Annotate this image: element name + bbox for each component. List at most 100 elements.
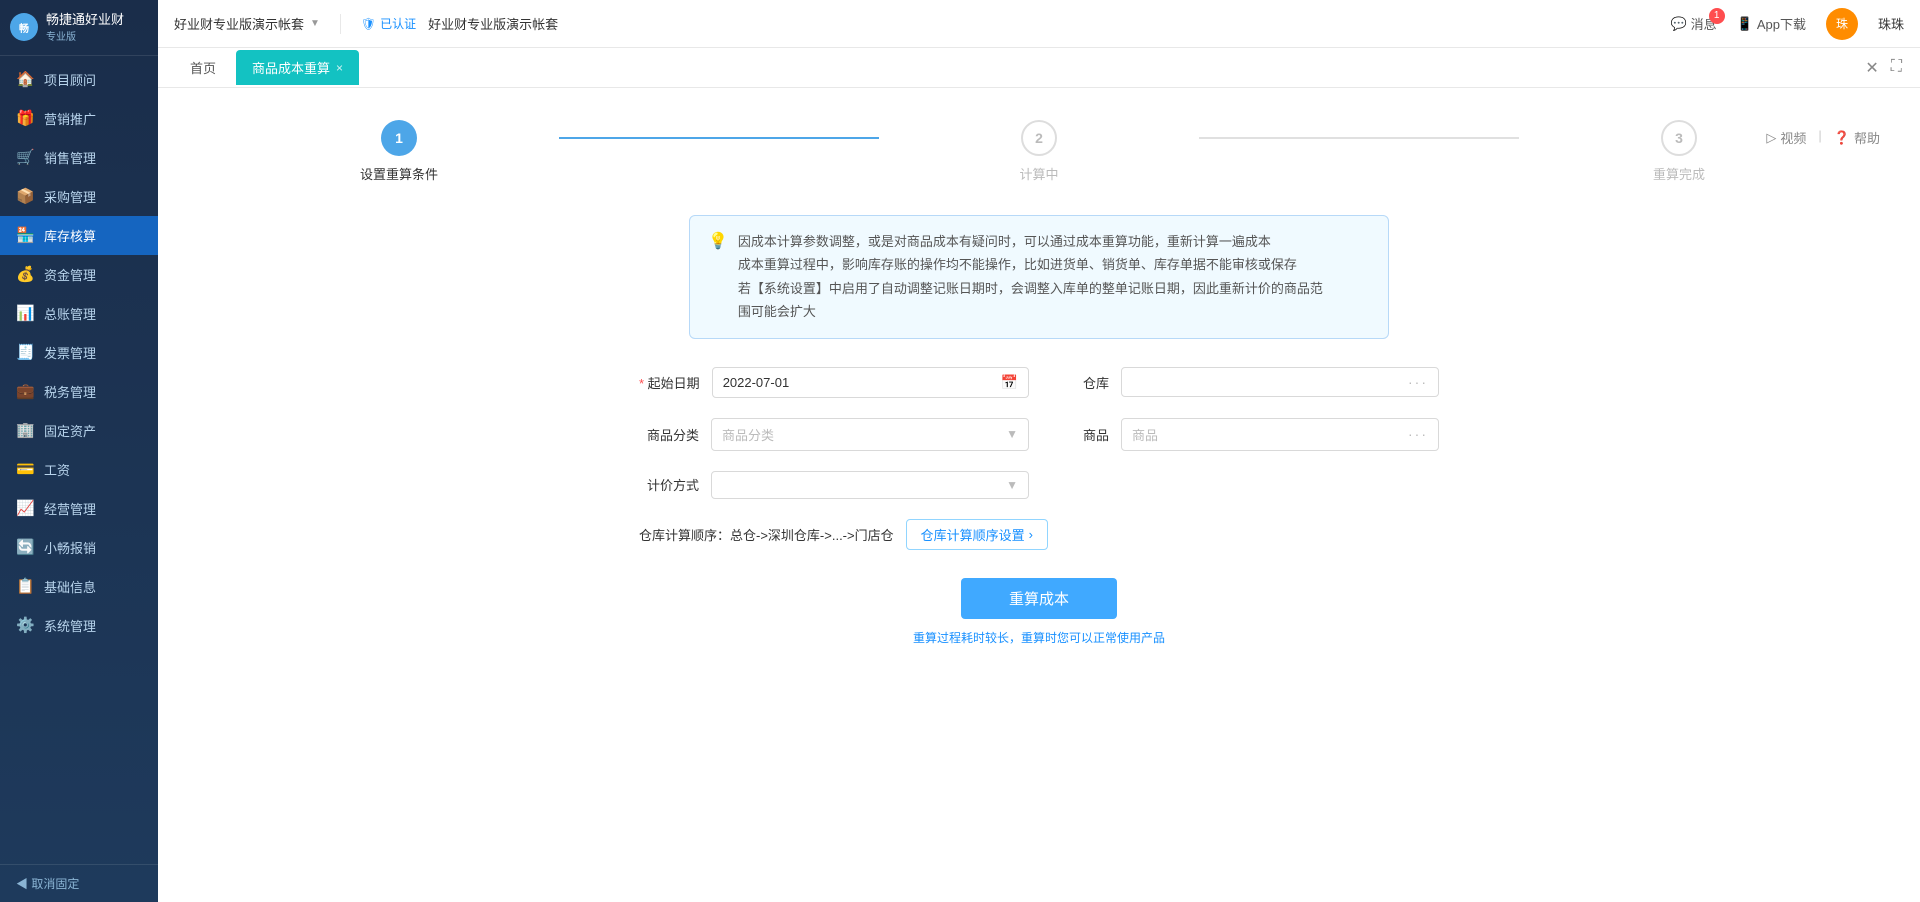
invoice-icon: 🧾: [16, 343, 34, 361]
topbar: 好业财专业版演示帐套 ▼ 🛡 已认证 好业财专业版演示帐套 💬 消息 1 📱 A…: [158, 0, 1920, 48]
expand-panel-button[interactable]: ⛶: [1889, 56, 1904, 80]
sidebar-item-tax[interactable]: 💼 税务管理: [0, 372, 158, 411]
sidebar-item-basic[interactable]: 📋 基础信息: [0, 567, 158, 606]
tab-cost-recalc[interactable]: 商品成本重算 ×: [236, 50, 359, 85]
sidebar: 畅 畅捷通好业财 专业版 🏠 项目顾问 🎁 营销推广 🛒 销售管理 📦 采购管理…: [0, 0, 158, 902]
sidebar-item-label: 固定资产: [44, 421, 96, 440]
sidebar-item-label: 总账管理: [44, 304, 96, 323]
messages-button[interactable]: 💬 消息 1: [1670, 14, 1716, 33]
stepper: 1 设置重算条件 2 计算中 3 重算完成 ▷ 视频: [198, 120, 1880, 183]
category-label: 商品分类: [639, 425, 699, 444]
tab-close-button[interactable]: ×: [336, 61, 343, 75]
tax-icon: 💼: [16, 382, 34, 400]
sidebar-item-salary[interactable]: 💳 工资: [0, 450, 158, 489]
inventory-icon: 🏪: [16, 226, 34, 244]
step2-label: 计算中: [1019, 164, 1058, 183]
sidebar-item-inventory[interactable]: 🏪 库存核算: [0, 216, 158, 255]
account-name: 好业财专业版演示帐套: [174, 14, 304, 33]
play-icon: ▷: [1766, 130, 1776, 146]
app-edition: 专业版: [46, 28, 124, 43]
sidebar-item-accounting[interactable]: 📊 总账管理: [0, 294, 158, 333]
sidebar-item-label: 销售管理: [44, 148, 96, 167]
tab-home[interactable]: 首页: [174, 50, 232, 85]
goods-dots-button[interactable]: ···: [1408, 426, 1428, 442]
sidebar-item-label: 项目顾问: [44, 70, 96, 89]
step3-circle: 3: [1661, 120, 1697, 156]
sidebar-item-finance[interactable]: 💰 资金管理: [0, 255, 158, 294]
sales-icon: 🛒: [16, 148, 34, 166]
pricing-arrow-icon: ▼: [1006, 478, 1018, 492]
sidebar-item-assets[interactable]: 🏢 固定资产: [0, 411, 158, 450]
warehouse-label: 仓库: [1049, 373, 1109, 392]
account-display-name: 好业财专业版演示帐套: [428, 14, 558, 33]
step2-circle: 2: [1021, 120, 1057, 156]
start-date-input[interactable]: 2022-07-01 📅: [712, 367, 1029, 398]
info-box: 💡 因成本计算参数调整，或是对商品成本有疑问时，可以通过成本重算功能，重新计算一…: [689, 215, 1389, 339]
sidebar-item-marketing[interactable]: 🎁 营销推广: [0, 99, 158, 138]
help-link[interactable]: ❓ 帮助: [1834, 128, 1880, 147]
sidebar-item-purchase[interactable]: 📦 采购管理: [0, 177, 158, 216]
purchase-icon: 📦: [16, 187, 34, 205]
content-area: 1 设置重算条件 2 计算中 3 重算完成 ▷ 视频: [158, 88, 1920, 902]
sidebar-item-invoice[interactable]: 🧾 发票管理: [0, 333, 158, 372]
sidebar-item-label: 采购管理: [44, 187, 96, 206]
tabs-bar: 首页 商品成本重算 × ✕ ⛶: [158, 48, 1920, 88]
assets-icon: 🏢: [16, 421, 34, 439]
category-arrow-icon: ▼: [1006, 427, 1018, 441]
stepper-step2: 2 计算中: [879, 120, 1199, 183]
pricing-select[interactable]: ▼: [711, 471, 1029, 499]
sidebar-item-label: 营销推广: [44, 109, 96, 128]
app-download-button[interactable]: 📱 App下载: [1737, 14, 1806, 33]
stepper-line1: [559, 137, 879, 139]
tabs-controls: ✕ ⛶: [1863, 56, 1904, 80]
warehouse-input[interactable]: ···: [1121, 367, 1439, 397]
start-date-label: 起始日期: [639, 373, 700, 392]
form-row-1: 起始日期 2022-07-01 📅 仓库 ···: [639, 367, 1439, 398]
sidebar-item-label: 发票管理: [44, 343, 96, 362]
calendar-icon[interactable]: 📅: [1001, 374, 1018, 391]
warehouse-dots-button[interactable]: ···: [1408, 374, 1428, 390]
app-logo: 畅: [10, 13, 38, 41]
close-panel-button[interactable]: ✕: [1863, 56, 1880, 80]
sidebar-header: 畅 畅捷通好业财 专业版: [0, 0, 158, 56]
sidebar-item-system[interactable]: ⚙️ 系统管理: [0, 606, 158, 645]
info-text: 因成本计算参数调整，或是对商品成本有疑问时，可以通过成本重算功能，重新计算一遍成…: [738, 230, 1323, 324]
start-date-field: 起始日期 2022-07-01 📅: [639, 367, 1029, 398]
category-select[interactable]: 商品分类 ▼: [711, 418, 1029, 451]
goods-input[interactable]: 商品 ···: [1121, 418, 1439, 451]
sidebar-item-label: 小畅报销: [44, 538, 96, 557]
sidebar-item-label: 资金管理: [44, 265, 96, 284]
account-selector[interactable]: 好业财专业版演示帐套 ▼: [174, 14, 320, 33]
help-icon: ❓: [1834, 130, 1850, 146]
sidebar-item-operation[interactable]: 📈 经营管理: [0, 489, 158, 528]
topbar-right: 💬 消息 1 📱 App下载 珠 珠珠: [1670, 8, 1904, 40]
form-row-2: 商品分类 商品分类 ▼ 商品 商品 ···: [639, 418, 1439, 451]
verified-badge: 🛡 已认证: [361, 15, 416, 32]
sidebar-item-label: 经营管理: [44, 499, 96, 518]
warehouse-order-label: 仓库计算顺序：总仓->深圳仓库->...->门店仓: [639, 525, 894, 544]
marketing-icon: 🎁: [16, 109, 34, 127]
video-link[interactable]: ▷ 视频: [1766, 128, 1806, 147]
topbar-divider: [340, 14, 341, 34]
stepper-line2: [1199, 137, 1519, 139]
message-badge: 1: [1709, 8, 1725, 24]
sidebar-nav: 🏠 项目顾问 🎁 营销推广 🛒 销售管理 📦 采购管理 🏪 库存核算 💰 资金管…: [0, 56, 158, 864]
avatar[interactable]: 珠: [1826, 8, 1858, 40]
sidebar-item-sales[interactable]: 🛒 销售管理: [0, 138, 158, 177]
step1-circle: 1: [381, 120, 417, 156]
sidebar-item-label: 库存核算: [44, 226, 96, 245]
finance-icon: 💰: [16, 265, 34, 283]
recalc-button[interactable]: 重算成本: [961, 578, 1117, 619]
app-name: 畅捷通好业财: [46, 12, 124, 28]
warehouse-order-settings-button[interactable]: 仓库计算顺序设置 ›: [906, 519, 1048, 550]
system-icon: ⚙️: [16, 616, 34, 634]
sidebar-item-expense[interactable]: 🔄 小畅报销: [0, 528, 158, 567]
user-name[interactable]: 珠珠: [1878, 14, 1904, 33]
pricing-label: 计价方式: [639, 475, 699, 494]
warehouse-order-row: 仓库计算顺序：总仓->深圳仓库->...->门店仓 仓库计算顺序设置 ›: [639, 519, 1439, 550]
warehouse-field: 仓库 ···: [1049, 367, 1439, 397]
sidebar-unpin-button[interactable]: ◀ 取消固定: [0, 864, 158, 902]
account-dropdown-arrow: ▼: [310, 18, 320, 29]
sidebar-item-project[interactable]: 🏠 项目顾问: [0, 60, 158, 99]
form-area: 起始日期 2022-07-01 📅 仓库 ··· 商品分类: [639, 367, 1439, 646]
